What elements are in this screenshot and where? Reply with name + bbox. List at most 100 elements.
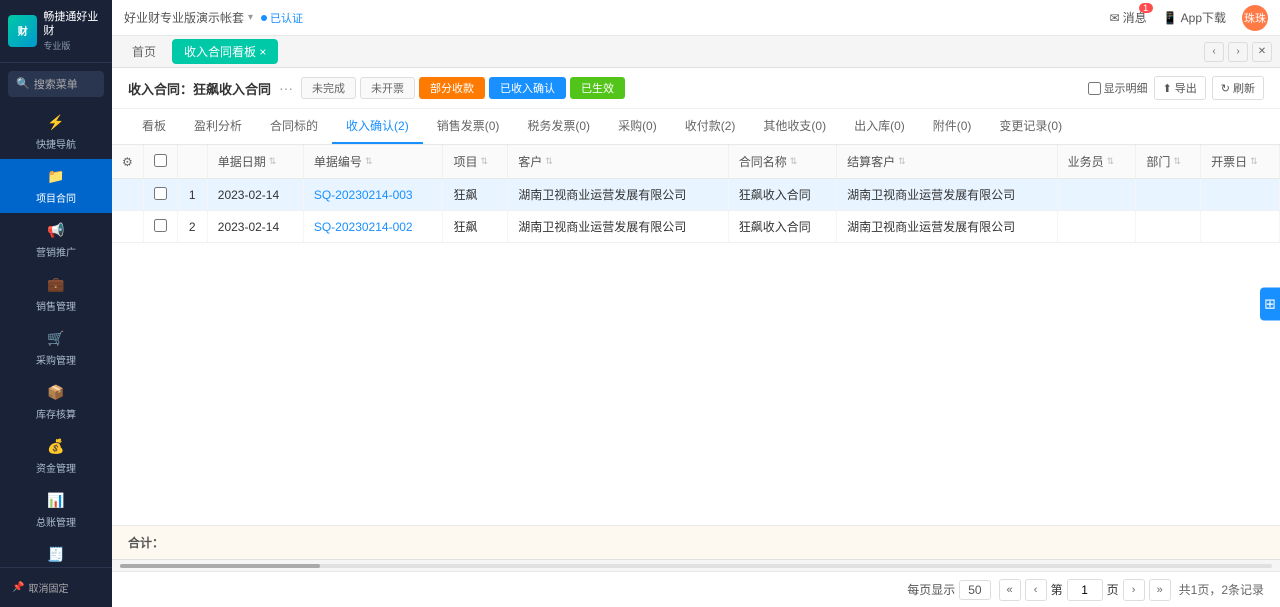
show-detail-input[interactable] [1088, 82, 1101, 95]
sub-tab-3[interactable]: 收入确认(2) [332, 109, 423, 144]
sub-tab-0[interactable]: 看板 [128, 109, 180, 144]
sort-project-icon[interactable]: ⇅ [481, 156, 489, 167]
td-checkbox-0 [143, 179, 177, 211]
message-badge: 1 [1139, 3, 1153, 13]
td-contractname-1: 狂飙收入合同 [728, 211, 836, 243]
sub-tab-7[interactable]: 收付款(2) [671, 109, 750, 144]
logo-icon: 财 [8, 15, 37, 47]
tab-next-button[interactable]: › [1228, 42, 1248, 62]
sort-department-icon[interactable]: ⇅ [1173, 156, 1181, 167]
row-checkbox-0[interactable] [154, 187, 167, 200]
topbar-left: 好业财专业版演示帐套 ▾ 已认证 [124, 9, 303, 26]
nav-icon-2: 📢 [46, 221, 66, 241]
sub-tab-11[interactable]: 变更记录(0) [985, 109, 1076, 144]
sub-tab-9[interactable]: 出入库(0) [840, 109, 919, 144]
total-label: 合计： [128, 534, 164, 551]
sort-customer-icon[interactable]: ⇅ [545, 156, 553, 167]
status-btn-0[interactable]: 未完成 [301, 77, 356, 99]
sort-date-icon[interactable]: ⇅ [269, 156, 277, 167]
refresh-button[interactable]: ↻ 刷新 [1212, 76, 1264, 100]
sub-tab-1[interactable]: 盈利分析 [180, 109, 256, 144]
chevron-down-icon: ▾ [248, 12, 253, 23]
sub-tab-2[interactable]: 合同标的 [256, 109, 332, 144]
main-area: 好业财专业版演示帐套 ▾ 已认证 ✉ 消息 1 📱 App下载 珠珠 [112, 0, 1280, 607]
sub-tab-5[interactable]: 税务发票(0) [513, 109, 604, 144]
sidebar-item-7[interactable]: 📊 总账管理 [0, 483, 112, 537]
page-size-value[interactable]: 50 [959, 580, 990, 600]
nav-label-1: 项目合同 [36, 190, 76, 205]
table-row[interactable]: 1 2023-02-14 SQ-20230214-003 狂飙 湖南卫视商业运营… [112, 179, 1280, 211]
row-checkbox-1[interactable] [154, 219, 167, 232]
scroll-indicator[interactable] [112, 559, 1280, 571]
sort-settlecustomer-icon[interactable]: ⇅ [898, 156, 906, 167]
search-menu-button[interactable]: 🔍 搜索菜单 [8, 71, 104, 97]
status-btn-4[interactable]: 已生效 [570, 77, 625, 99]
company-selector[interactable]: 好业财专业版演示帐套 ▾ [124, 9, 253, 26]
th-num [177, 145, 207, 179]
td-customer-1: 湖南卫视商业运营发展有限公司 [508, 211, 728, 243]
table-wrapper[interactable]: ⚙ 单据日期⇅ 单据编号⇅ 项目⇅ [112, 145, 1280, 525]
settings-icon[interactable]: ⚙ [122, 155, 133, 169]
td-settings-0 [112, 179, 143, 211]
show-detail-checkbox[interactable]: 显示明细 [1088, 80, 1148, 96]
sidebar-item-1[interactable]: 📁 项目合同 [0, 159, 112, 213]
sub-tab-10[interactable]: 附件(0) [919, 109, 986, 144]
nav-label-5: 库存核算 [36, 406, 76, 421]
tab-active[interactable]: 收入合同看板 × [172, 39, 278, 64]
td-settlecustomer-1: 湖南卫视商业运营发展有限公司 [837, 211, 1057, 243]
select-all-checkbox[interactable] [154, 154, 167, 167]
tab-navigation: ‹ › ✕ [1204, 42, 1272, 62]
mobile-icon: 📱 [1163, 11, 1178, 25]
sidebar-nav: ⚡ 快捷导航 📁 项目合同 📢 营销推广 💼 销售管理 🛒 采购管理 📦 库存核… [0, 105, 112, 567]
td-settlecustomer-0: 湖南卫视商业运营发展有限公司 [837, 179, 1057, 211]
next-page-button[interactable]: › [1123, 579, 1145, 601]
nav-icon-5: 📦 [46, 383, 66, 403]
tab-close-button[interactable]: ✕ [1252, 42, 1272, 62]
td-orderno-0: SQ-20230214-003 [303, 179, 443, 211]
right-float-button[interactable]: ⊞ [1260, 287, 1280, 320]
order-link-1[interactable]: SQ-20230214-002 [314, 220, 413, 234]
status-btn-3[interactable]: 已收入确认 [489, 77, 566, 99]
sort-orderno-icon[interactable]: ⇅ [365, 156, 373, 167]
sidebar-item-6[interactable]: 💰 资金管理 [0, 429, 112, 483]
tab-prev-button[interactable]: ‹ [1204, 42, 1224, 62]
user-avatar[interactable]: 珠珠 [1242, 5, 1268, 31]
sidebar-item-8[interactable]: 🧾 发票管理 [0, 537, 112, 567]
status-btn-2[interactable]: 部分收款 [419, 77, 485, 99]
table-row[interactable]: 2 2023-02-14 SQ-20230214-002 狂飙 湖南卫视商业运营… [112, 211, 1280, 243]
sort-opendate-icon[interactable]: ⇅ [1250, 156, 1258, 167]
th-contract-name: 合同名称⇅ [728, 145, 836, 179]
sub-tab-4[interactable]: 销售发票(0) [423, 109, 514, 144]
sidebar: 财 畅捷通好业财 专业版 🔍 搜索菜单 ⚡ 快捷导航 📁 项目合同 📢 营销推广… [0, 0, 112, 607]
sidebar-item-0[interactable]: ⚡ 快捷导航 [0, 105, 112, 159]
td-project-1: 狂飙 [443, 211, 508, 243]
sub-tab-8[interactable]: 其他收支(0) [749, 109, 840, 144]
app-download-button[interactable]: 📱 App下载 [1163, 9, 1226, 26]
page-number-input[interactable] [1067, 579, 1103, 601]
topbar: 好业财专业版演示帐套 ▾ 已认证 ✉ 消息 1 📱 App下载 珠珠 [112, 0, 1280, 36]
message-button[interactable]: ✉ 消息 1 [1110, 9, 1147, 26]
content-area: 收入合同：狂飙收入合同 ··· 未完成未开票部分收款已收入确认已生效 显示明细 … [112, 68, 1280, 607]
tab-home[interactable]: 首页 [120, 39, 168, 64]
pagination: 每页显示 50 « ‹ 第 页 › » 共1页，2条记录 [112, 571, 1280, 607]
scroll-thumb[interactable] [120, 564, 320, 568]
table-header-row: ⚙ 单据日期⇅ 单据编号⇅ 项目⇅ [112, 145, 1280, 179]
sidebar-item-3[interactable]: 💼 销售管理 [0, 267, 112, 321]
prev-page-button[interactable]: ‹ [1025, 579, 1047, 601]
order-link-0[interactable]: SQ-20230214-003 [314, 188, 413, 202]
pin-button[interactable]: 📌 取消固定 [8, 576, 104, 599]
first-page-button[interactable]: « [999, 579, 1021, 601]
sub-tab-6[interactable]: 采购(0) [604, 109, 671, 144]
sidebar-item-2[interactable]: 📢 营销推广 [0, 213, 112, 267]
sidebar-item-5[interactable]: 📦 库存核算 [0, 375, 112, 429]
sort-contractname-icon[interactable]: ⇅ [790, 156, 798, 167]
nav-label-0: 快捷导航 [36, 136, 76, 151]
export-button[interactable]: ⬆ 导出 [1154, 76, 1206, 100]
sort-salesperson-icon[interactable]: ⇅ [1107, 156, 1115, 167]
nav-icon-3: 💼 [46, 275, 66, 295]
last-page-button[interactable]: » [1149, 579, 1171, 601]
company-name: 好业财专业版演示帐套 [124, 9, 244, 26]
status-btn-1[interactable]: 未开票 [360, 77, 415, 99]
more-options-button[interactable]: ··· [279, 80, 293, 96]
sidebar-item-4[interactable]: 🛒 采购管理 [0, 321, 112, 375]
